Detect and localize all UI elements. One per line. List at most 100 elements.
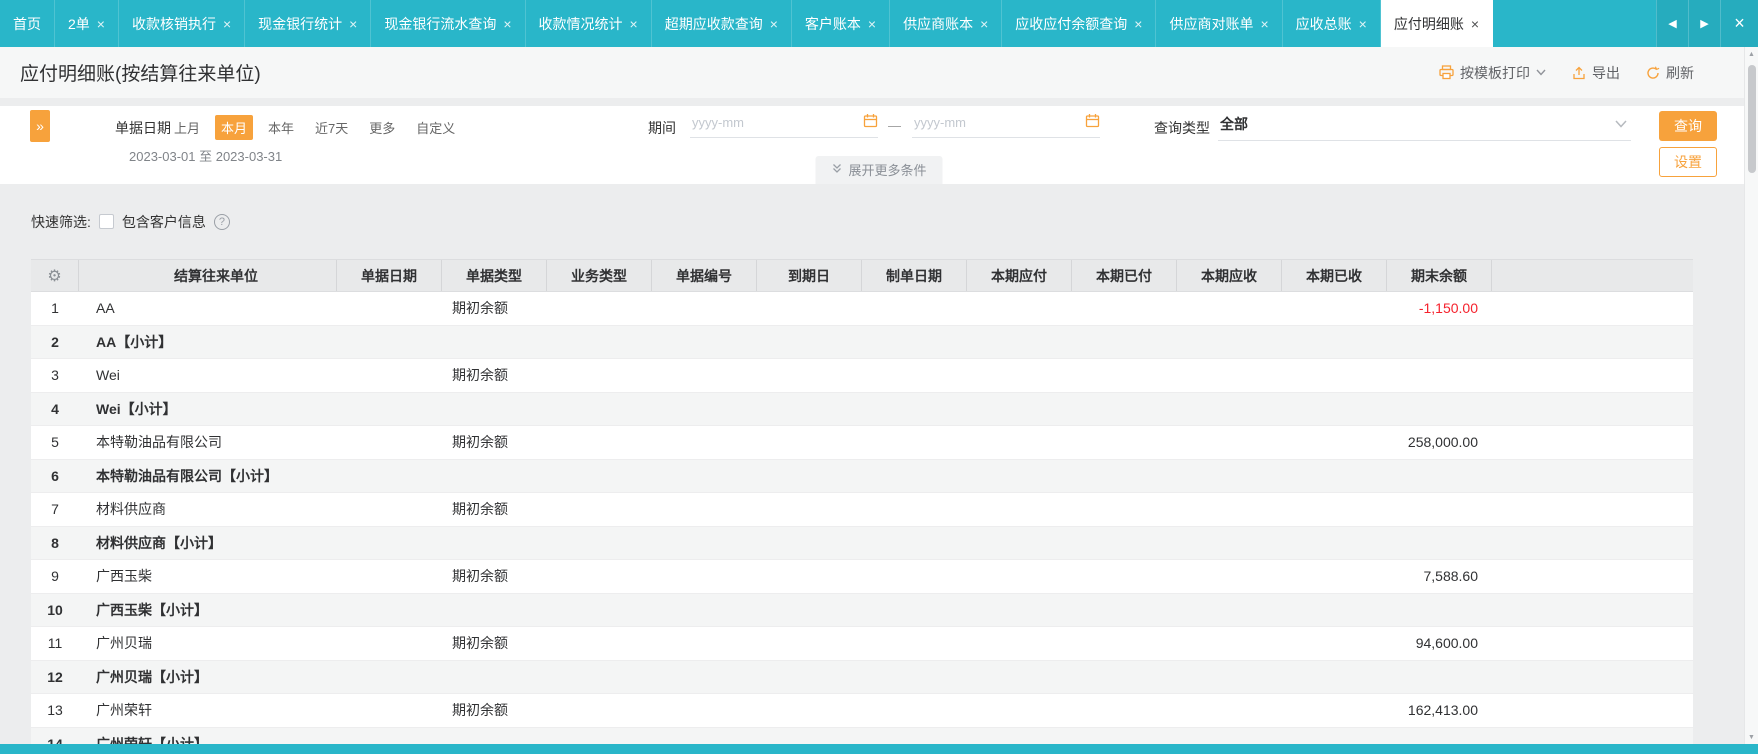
table-row[interactable]: 6 本特勒油品有限公司【小计】 [31, 459, 1693, 493]
doc-type-cell: 期初余额 [452, 635, 508, 652]
date-option-自定义[interactable]: 自定义 [410, 115, 461, 140]
calendar-icon[interactable] [1085, 113, 1100, 133]
row-index: 1 [51, 300, 59, 317]
doc-type-cell: 期初余额 [452, 367, 508, 384]
scroll-down-arrow[interactable]: ▼ [1745, 730, 1758, 744]
tab-收款核销执行[interactable]: 收款核销执行 × [119, 0, 246, 47]
tab-超期应收款查询[interactable]: 超期应收款查询 × [652, 0, 792, 47]
date-option-本年[interactable]: 本年 [262, 115, 300, 140]
tab-客户账本[interactable]: 客户账本 × [792, 0, 891, 47]
tab-close-icon[interactable]: × [503, 17, 511, 31]
doc-no-cell [652, 694, 757, 727]
vertical-scrollbar[interactable]: ▲ ▼ [1744, 47, 1758, 744]
tab-收款情况统计[interactable]: 收款情况统计 × [526, 0, 652, 47]
tab-close-icon[interactable]: × [1260, 17, 1268, 31]
scroll-up-arrow[interactable]: ▲ [1745, 47, 1758, 61]
received-cell [1282, 594, 1387, 627]
next-tab-button[interactable]: ▶ [1688, 0, 1720, 47]
query-button[interactable]: 查询 [1659, 111, 1717, 141]
due-date-cell [757, 393, 862, 426]
date-option-本月[interactable]: 本月 [215, 115, 254, 140]
ending-balance-cell [1387, 393, 1492, 426]
tab-应收总账[interactable]: 应收总账 × [1283, 0, 1381, 47]
tab-close-icon[interactable]: × [97, 17, 105, 31]
column-header[interactable]: 业务类型 [547, 260, 652, 291]
column-header[interactable]: 本期已收 [1282, 260, 1387, 291]
column-settings-cell[interactable]: ⚙ [31, 260, 79, 291]
tab-close-icon[interactable]: × [868, 17, 876, 31]
row-index: 13 [47, 702, 63, 719]
table-row[interactable]: 12 广州贝瑞【小计】 [31, 660, 1693, 694]
tab-首页[interactable]: 首页 [0, 0, 55, 47]
include-customer-checkbox[interactable] [98, 214, 114, 229]
tab-现金银行流水查询[interactable]: 现金银行流水查询 × [371, 0, 526, 47]
column-header[interactable]: 制单日期 [862, 260, 967, 291]
column-header[interactable]: 本期应收 [1177, 260, 1282, 291]
date-option-近7天[interactable]: 近7天 [309, 115, 354, 140]
print-by-template-button[interactable]: 按模板打印 [1439, 63, 1546, 83]
received-cell [1282, 694, 1387, 727]
period-start-input[interactable] [690, 110, 863, 135]
doc-date-cell [337, 493, 442, 526]
scrollbar-thumb[interactable] [1747, 65, 1756, 173]
column-header[interactable]: 单据编号 [652, 260, 757, 291]
column-header[interactable]: 本期已付 [1072, 260, 1177, 291]
table-row[interactable]: 4 Wei【小计】 [31, 392, 1693, 426]
table-row[interactable]: 8 材料供应商【小计】 [31, 526, 1693, 560]
table-row[interactable]: 7 材料供应商 期初余额 [31, 493, 1693, 527]
gear-icon[interactable]: ⚙ [47, 266, 61, 286]
filler-cell [1492, 426, 1693, 459]
refresh-button[interactable]: 刷新 [1646, 63, 1694, 83]
tab-close-icon[interactable]: × [630, 17, 638, 31]
prev-tab-button[interactable]: ◀ [1656, 0, 1688, 47]
create-date-cell [862, 694, 967, 727]
filler-cell [1492, 560, 1693, 593]
help-icon[interactable]: ? [213, 213, 230, 230]
table-row[interactable]: 9 广西玉柴 期初余额 7,588.60 [31, 560, 1693, 594]
tab-close-icon[interactable]: × [1471, 17, 1479, 31]
table-row[interactable]: 1 AA 期初余额 -1,150.00 [31, 292, 1693, 326]
biz-type-cell [547, 594, 652, 627]
query-type-select[interactable]: 全部 [1218, 110, 1631, 141]
tab-应付明细账[interactable]: 应付明细账 × [1380, 0, 1494, 47]
export-button[interactable]: 导出 [1572, 63, 1620, 83]
tab-close-icon[interactable]: × [1134, 17, 1142, 31]
settings-button[interactable]: 设置 [1659, 147, 1717, 177]
column-header[interactable]: 期末余额 [1387, 260, 1492, 291]
date-option-更多[interactable]: 更多 [363, 115, 401, 140]
calendar-icon[interactable] [863, 113, 878, 133]
biz-type-cell [547, 694, 652, 727]
table-row[interactable]: 11 广州贝瑞 期初余额 94,600.00 [31, 627, 1693, 661]
table-row[interactable]: 13 广州荣轩 期初余额 162,413.00 [31, 694, 1693, 728]
expand-more-conditions[interactable]: 展开更多条件 [815, 156, 943, 184]
paid-cell [1072, 527, 1177, 560]
table-row[interactable]: 10 广西玉柴【小计】 [31, 593, 1693, 627]
column-header[interactable]: 结算往来单位 [79, 260, 337, 291]
tab-close-icon[interactable]: × [1359, 17, 1367, 31]
ending-balance-cell: 7,588.60 [1423, 568, 1479, 585]
date-range-options: 上月 本月 本年 近7天 更多 自定义 [168, 115, 461, 140]
tab-close-icon[interactable]: × [349, 17, 357, 31]
date-option-上月[interactable]: 上月 [168, 115, 206, 140]
tab-现金银行统计[interactable]: 现金银行统计 × [245, 0, 372, 47]
table-row[interactable]: 3 Wei 期初余额 [31, 359, 1693, 393]
tab-应收应付余额查询[interactable]: 应收应付余额查询 × [1002, 0, 1157, 47]
collapse-filter-button[interactable]: » [30, 110, 50, 142]
tab-供应商对账单[interactable]: 供应商对账单 × [1156, 0, 1283, 47]
tab-close-icon[interactable]: × [980, 17, 988, 31]
table-row[interactable]: 5 本特勒油品有限公司 期初余额 258,000.00 [31, 426, 1693, 460]
close-tabs-button[interactable]: × [1720, 0, 1758, 47]
column-header[interactable]: 单据日期 [337, 260, 442, 291]
received-cell [1282, 627, 1387, 660]
tab-close-icon[interactable]: × [770, 17, 778, 31]
column-header[interactable]: 到期日 [757, 260, 862, 291]
tab-供应商账本[interactable]: 供应商账本 × [890, 0, 1003, 47]
column-header[interactable]: 单据类型 [442, 260, 547, 291]
chevron-down-icon [1536, 69, 1546, 76]
tab-close-icon[interactable]: × [223, 17, 231, 31]
table-row[interactable]: 2 AA【小计】 [31, 325, 1693, 359]
tab-2单[interactable]: 2单 × [55, 0, 119, 47]
column-header[interactable]: 本期应付 [967, 260, 1072, 291]
table-row[interactable]: 14 广州荣轩【小计】 [31, 727, 1693, 744]
period-end-input[interactable] [912, 110, 1085, 135]
